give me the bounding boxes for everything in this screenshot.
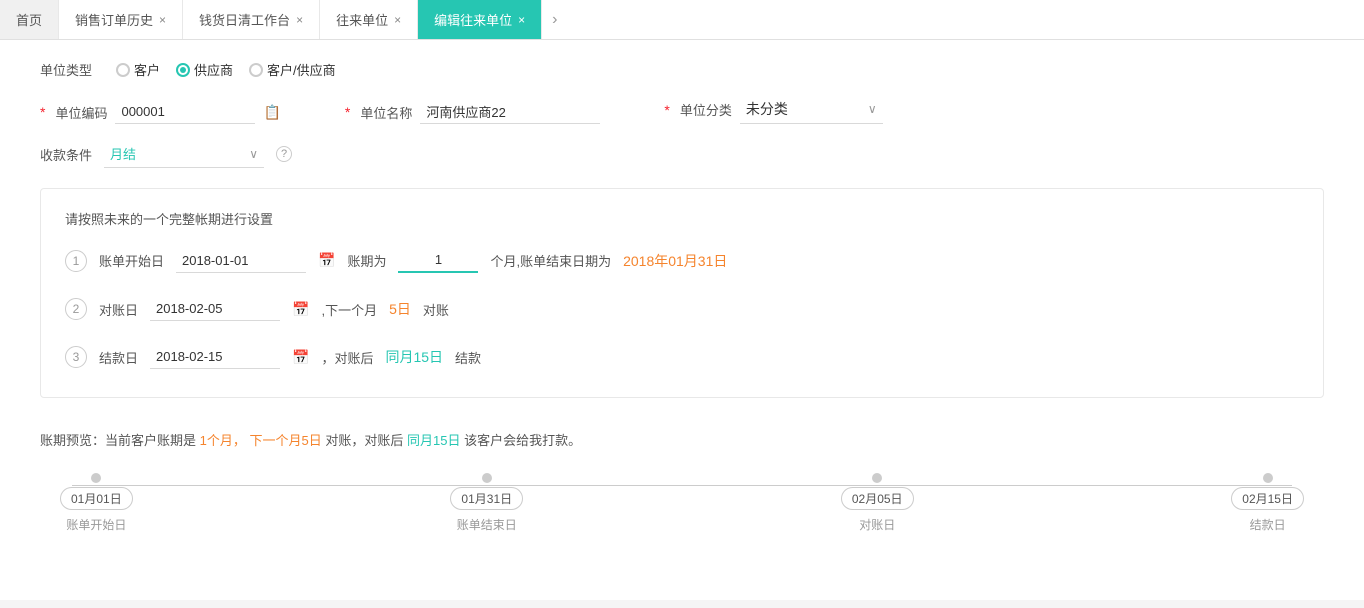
unit-type-radio-group: 客户 供应商 客户/供应商 (116, 60, 336, 79)
unit-class-value: 未分类 (746, 99, 788, 119)
step-desc-3-highlight: 同月15日 (385, 347, 443, 367)
payment-chevron-icon: ∨ (249, 147, 258, 161)
step-period-input[interactable] (398, 248, 478, 273)
payment-select[interactable]: 月结 ∨ (104, 140, 264, 168)
preview-part3: 对账，对账后 (325, 433, 403, 448)
step-calendar-2[interactable]: 📅 (292, 301, 309, 318)
close-tab-counterparty[interactable]: × (394, 13, 401, 27)
timeline-dot-3 (1263, 473, 1273, 483)
unit-info-row: * 单位编码 📋 * 单位名称 * 单位分类 未分类 ∨ (40, 95, 1324, 124)
unit-name-input[interactable] (420, 100, 600, 124)
payment-label: 收款条件 (40, 145, 92, 164)
unit-class-label: 单位分类 (680, 100, 732, 119)
step-period-suffix: 个月,账单结束日期为 (490, 251, 611, 270)
close-tab-sales-history[interactable]: × (159, 13, 166, 27)
unit-class-group: * 单位分类 未分类 ∨ (664, 95, 882, 124)
timeline-tag-2: 02月05日 (841, 487, 914, 510)
timeline-tag-3: 02月15日 (1231, 487, 1304, 510)
radio-circle-both (249, 63, 263, 77)
unit-code-group: * 单位编码 📋 (40, 100, 281, 124)
step-label-2: 对账日 (99, 300, 138, 319)
timeline-points: 01月01日 账单开始日 01月31日 账单结束日 02月05日 对账日 (60, 473, 1304, 533)
timeline-point-1: 01月31日 账单结束日 (450, 473, 523, 533)
step-desc-2-prefix: ,下一个月 (321, 300, 377, 319)
timeline-point-0: 01月01日 账单开始日 (60, 473, 133, 533)
timeline-tag-0: 01月01日 (60, 487, 133, 510)
timeline-dot-1 (482, 473, 492, 483)
close-tab-cash-work[interactable]: × (296, 13, 303, 27)
timeline-point-2: 02月05日 对账日 (841, 473, 914, 533)
tab-more-button[interactable]: › (542, 0, 567, 39)
step-label-1: 账单开始日 (99, 251, 164, 270)
step-calendar-3[interactable]: 📅 (292, 349, 309, 366)
unit-type-row: 单位类型 客户 供应商 客户/供应商 (40, 60, 1324, 79)
tab-home[interactable]: 首页 (0, 0, 59, 39)
step-calendar-1[interactable]: 📅 (318, 252, 335, 269)
step-desc-2-suffix: 对账 (423, 300, 449, 319)
step-number-2: 2 (65, 298, 87, 320)
step-date-3[interactable] (150, 345, 280, 369)
card-instruction: 请按照未来的一个完整帐期进行设置 (65, 209, 1299, 228)
unit-class-select[interactable]: 未分类 ∨ (740, 95, 883, 124)
tab-sales-history[interactable]: 销售订单历史 × (59, 0, 183, 39)
unit-type-label: 单位类型 (40, 60, 92, 79)
unit-code-label: 单位编码 (55, 103, 107, 122)
preview-part2: 下一个月5日 (250, 433, 322, 448)
tab-edit-counterparty[interactable]: 编辑往来单位 × (418, 0, 542, 39)
preview-part1: 1个月， (200, 433, 246, 448)
page-content: 单位类型 客户 供应商 客户/供应商 * 单位编码 📋 * (0, 40, 1364, 600)
step-date-1[interactable] (176, 249, 306, 273)
step-label-3: 结款日 (99, 348, 138, 367)
inner-card: 请按照未来的一个完整帐期进行设置 1 账单开始日 📅 账期为 个月,账单结束日期… (40, 188, 1324, 398)
timeline-dot-0 (91, 473, 101, 483)
preview-text: 账期预览：当前客户账期是 1个月， 下一个月5日 对账，对账后 同月15日 该客… (40, 430, 1324, 449)
timeline-dot-2 (872, 473, 882, 483)
timeline-container: 01月01日 账单开始日 01月31日 账单结束日 02月05日 对账日 (40, 473, 1324, 533)
tab-counterparty[interactable]: 往来单位 × (320, 0, 418, 39)
step-row-3: 3 结款日 📅 ，对账后 同月15日 结款 (65, 345, 1299, 369)
step-number-1: 1 (65, 250, 87, 272)
unit-class-required: * (664, 102, 669, 118)
radio-customer[interactable]: 客户 (116, 60, 160, 79)
timeline-sublabel-0: 账单开始日 (66, 516, 126, 533)
radio-both[interactable]: 客户/供应商 (249, 60, 336, 79)
preview-section: 账期预览：当前客户账期是 1个月， 下一个月5日 对账，对账后 同月15日 该客… (40, 414, 1324, 533)
step-row-2: 2 对账日 📅 ,下一个月 5日 对账 (65, 297, 1299, 321)
radio-circle-customer (116, 63, 130, 77)
unit-class-chevron: ∨ (868, 102, 877, 116)
step-desc-2-highlight: 5日 (389, 299, 411, 319)
timeline-sublabel-3: 结款日 (1250, 516, 1286, 533)
unit-code-icon[interactable]: 📋 (263, 104, 280, 121)
step-date-2[interactable] (150, 297, 280, 321)
step-period-prefix: 账期为 (347, 251, 386, 270)
timeline-sublabel-1: 账单结束日 (457, 516, 517, 533)
unit-name-required: * (345, 104, 350, 120)
radio-supplier[interactable]: 供应商 (176, 60, 233, 79)
radio-circle-supplier (176, 63, 190, 77)
unit-code-input[interactable] (115, 100, 255, 124)
timeline-sublabel-2: 对账日 (859, 516, 895, 533)
timeline-tag-1: 01月31日 (450, 487, 523, 510)
payment-value: 月结 (110, 144, 243, 163)
payment-row: 收款条件 月结 ∨ ? (40, 140, 1324, 168)
step-period-end-date: 2018年01月31日 (623, 251, 727, 271)
step-number-3: 3 (65, 346, 87, 368)
question-icon[interactable]: ? (276, 146, 292, 162)
tab-cash-work[interactable]: 钱货日清工作台 × (183, 0, 320, 39)
unit-code-required: * (40, 104, 45, 120)
unit-name-label: 单位名称 (360, 103, 412, 122)
preview-part5: 该客户会给我打款。 (464, 433, 581, 448)
step-row-1: 1 账单开始日 📅 账期为 个月,账单结束日期为 2018年01月31日 (65, 248, 1299, 273)
tab-bar: 首页 销售订单历史 × 钱货日清工作台 × 往来单位 × 编辑往来单位 × › (0, 0, 1364, 40)
step-desc-3-suffix: 结款 (455, 348, 481, 367)
close-tab-edit-counterparty[interactable]: × (518, 13, 525, 27)
preview-part4: 同月15日 (407, 433, 460, 448)
step-desc-3-prefix: ，对账后 (321, 348, 373, 367)
timeline-point-3: 02月15日 结款日 (1231, 473, 1304, 533)
unit-name-group: * 单位名称 (345, 100, 600, 124)
